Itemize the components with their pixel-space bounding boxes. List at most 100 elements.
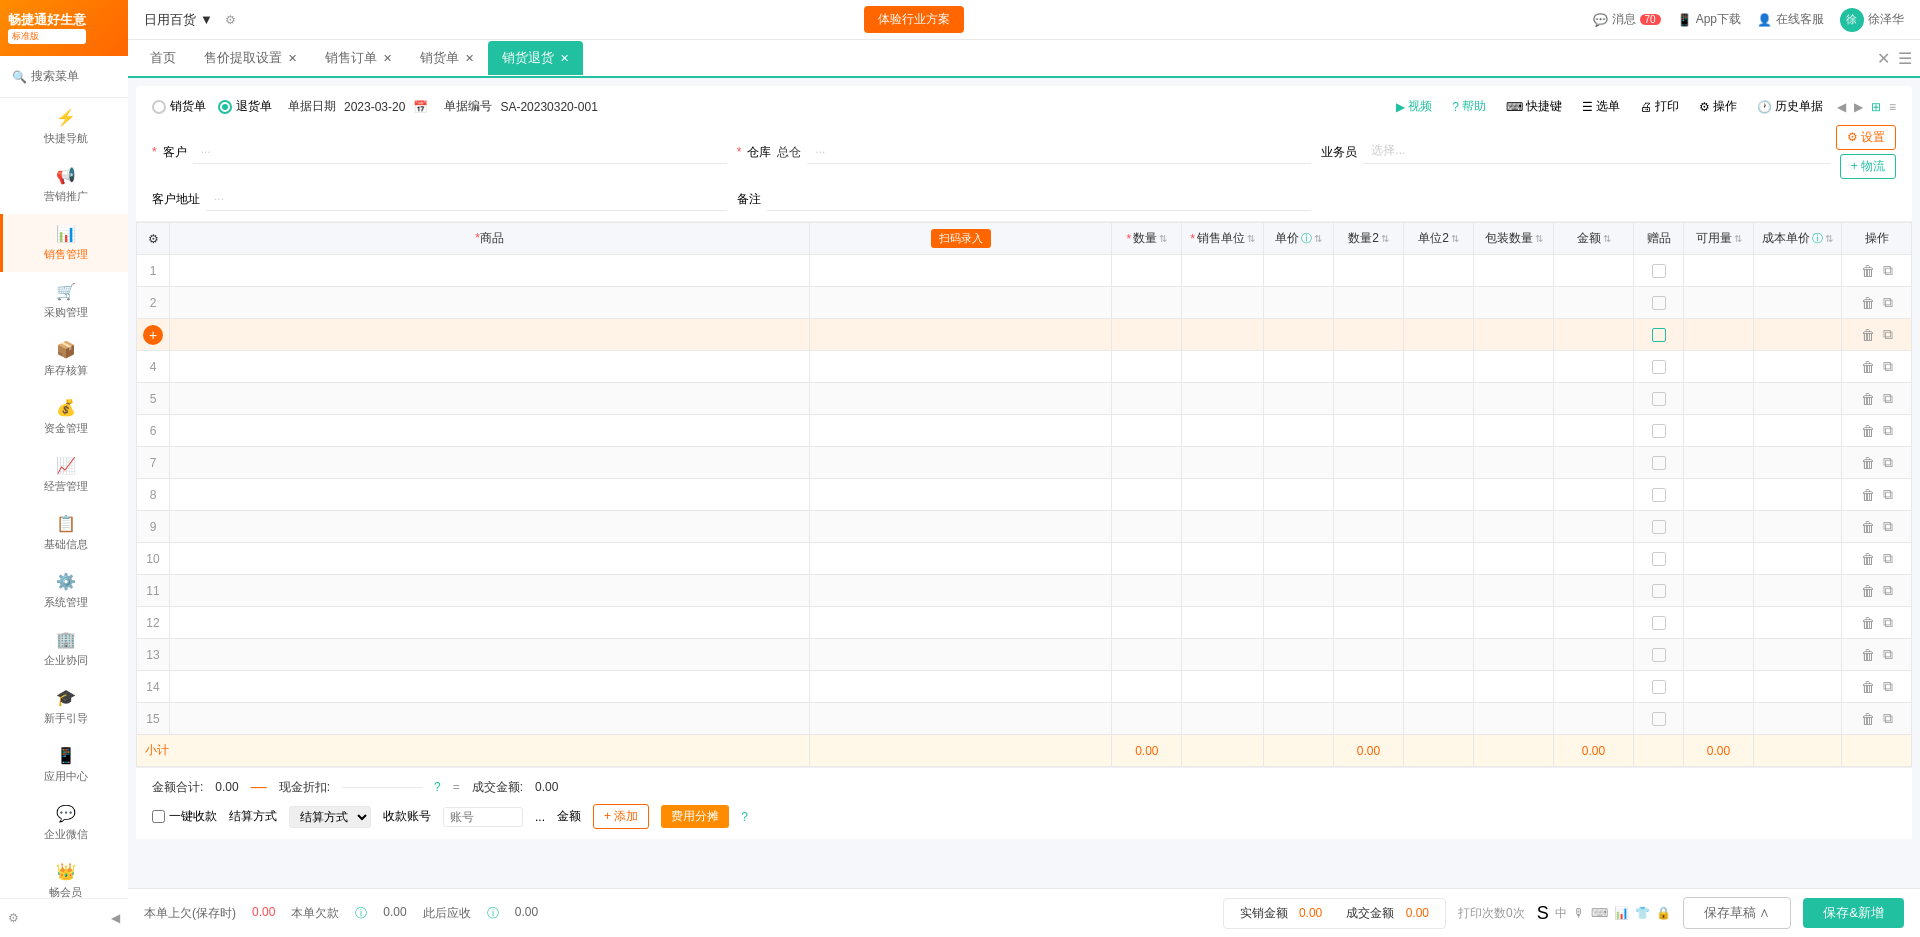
qty-cell[interactable] <box>1112 383 1182 415</box>
unit-cell-active[interactable] <box>1182 319 1264 351</box>
qty2-cell[interactable] <box>1334 639 1404 671</box>
unit-cell[interactable] <box>1182 511 1264 543</box>
tab-menu[interactable]: ☰ <box>1898 49 1912 68</box>
price-cell[interactable] <box>1264 287 1334 319</box>
unit-cell[interactable] <box>1182 415 1264 447</box>
delete-row-btn[interactable]: 🗑 <box>1859 325 1877 345</box>
product-cell[interactable] <box>170 607 810 639</box>
product-cell[interactable] <box>170 543 810 575</box>
qty2-cell[interactable] <box>1334 447 1404 479</box>
qty2-cell[interactable] <box>1334 575 1404 607</box>
cost-split-help[interactable]: ? <box>741 810 748 824</box>
settlement-select[interactable]: 结算方式 <box>289 806 371 828</box>
pkg-cell[interactable] <box>1474 639 1554 671</box>
qty-cell[interactable] <box>1112 639 1182 671</box>
gift-checkbox[interactable] <box>1652 392 1666 406</box>
unit-cell[interactable] <box>1182 479 1264 511</box>
gift-checkbox-active[interactable] <box>1652 328 1666 342</box>
experience-button[interactable]: 体验行业方案 <box>864 6 964 33</box>
sidebar-item-apps[interactable]: 📱 应用中心 <box>0 736 128 794</box>
gift-checkbox[interactable] <box>1652 456 1666 470</box>
icon2[interactable]: 🎙 <box>1573 906 1585 920</box>
product-cell[interactable] <box>170 447 810 479</box>
copy-row-btn[interactable]: ⧉ <box>1881 484 1895 505</box>
sidebar-item-basic[interactable]: 📋 基础信息 <box>0 504 128 562</box>
help-icon-totals[interactable]: ? <box>434 780 441 794</box>
qty-cell[interactable] <box>1112 479 1182 511</box>
unit-cell[interactable] <box>1182 255 1264 287</box>
settings-icon[interactable]: ⚙ <box>8 911 19 925</box>
delete-row-btn[interactable]: 🗑 <box>1859 645 1877 665</box>
one-click-checkbox[interactable] <box>152 810 165 823</box>
product-cell[interactable] <box>170 511 810 543</box>
nav-next-icon[interactable]: ▶ <box>1854 100 1863 114</box>
copy-row-btn[interactable]: ⧉ <box>1881 452 1895 473</box>
delete-row-btn[interactable]: 🗑 <box>1859 677 1877 697</box>
gift-checkbox[interactable] <box>1652 264 1666 278</box>
tab-home[interactable]: 首页 <box>136 41 190 75</box>
sidebar-item-inventory[interactable]: 📦 库存核算 <box>0 330 128 388</box>
sidebar-item-sales[interactable]: 📊 销售管理 <box>0 214 128 272</box>
qty-sort-icon[interactable]: ⇅ <box>1159 233 1167 244</box>
icon3[interactable]: ⌨ <box>1591 906 1608 920</box>
unit2-cell[interactable] <box>1404 447 1474 479</box>
qty-cell[interactable] <box>1112 351 1182 383</box>
copy-row-btn[interactable]: ⧉ <box>1881 420 1895 441</box>
breadcrumb-selector[interactable]: 日用百货 ▼ <box>144 11 213 29</box>
unit2-cell[interactable] <box>1404 639 1474 671</box>
qty-cell[interactable] <box>1112 287 1182 319</box>
copy-row-btn[interactable]: ⧉ <box>1881 356 1895 377</box>
unit-cell[interactable] <box>1182 351 1264 383</box>
sidebar-item-wechat[interactable]: 💬 企业微信 <box>0 794 128 852</box>
qty-cell[interactable] <box>1112 543 1182 575</box>
price-cell[interactable] <box>1264 543 1334 575</box>
pkg-cell[interactable] <box>1474 287 1554 319</box>
copy-row-btn[interactable]: ⧉ <box>1881 324 1895 345</box>
scan-button[interactable]: 扫码录入 <box>931 229 991 248</box>
gift-checkbox[interactable] <box>1652 616 1666 630</box>
qty2-cell[interactable] <box>1334 607 1404 639</box>
settings-gear-icon[interactable]: ⚙ <box>225 13 236 27</box>
qty-cell[interactable] <box>1112 511 1182 543</box>
qty-cell[interactable] <box>1112 447 1182 479</box>
online-service-button[interactable]: 👤 在线客服 <box>1757 11 1824 28</box>
price-cell-active[interactable] <box>1264 319 1334 351</box>
product-cell[interactable] <box>170 287 810 319</box>
gift-checkbox[interactable] <box>1652 680 1666 694</box>
delete-row-btn[interactable]: 🗑 <box>1859 357 1877 377</box>
price-cell[interactable] <box>1264 383 1334 415</box>
select-btn[interactable]: ☰ 选单 <box>1576 96 1626 117</box>
search-menu-button[interactable]: 🔍 搜索菜单 <box>8 64 120 89</box>
unit2-cell[interactable] <box>1404 703 1474 735</box>
delete-row-btn[interactable]: 🗑 <box>1859 453 1877 473</box>
delete-row-btn[interactable]: 🗑 <box>1859 581 1877 601</box>
cost-sort-icon[interactable]: ⇅ <box>1825 233 1833 244</box>
remark-input[interactable] <box>767 187 1312 211</box>
qty2-cell[interactable] <box>1334 415 1404 447</box>
sidebar-item-quick-nav[interactable]: ⚡ 快捷导航 <box>0 98 128 156</box>
product-cell[interactable] <box>170 639 810 671</box>
price-cell[interactable] <box>1264 447 1334 479</box>
settings-button[interactable]: ⚙ 设置 <box>1836 125 1896 150</box>
qty-cell[interactable] <box>1112 703 1182 735</box>
radio-return[interactable]: 退货单 <box>218 98 272 115</box>
pkg-cell[interactable] <box>1474 703 1554 735</box>
pkg-cell[interactable] <box>1474 511 1554 543</box>
save-draft-button[interactable]: 保存草稿 ∧ <box>1683 897 1792 929</box>
product-cell[interactable] <box>170 351 810 383</box>
video-btn[interactable]: ▶ 视频 <box>1390 96 1438 117</box>
discount-input[interactable] <box>342 787 422 788</box>
view-grid-icon[interactable]: ⊞ <box>1871 100 1881 114</box>
cost-info-icon[interactable]: ⓘ <box>1812 231 1823 246</box>
unit-cell[interactable] <box>1182 543 1264 575</box>
product-cell[interactable] <box>170 383 810 415</box>
copy-row-btn[interactable]: ⧉ <box>1881 580 1895 601</box>
unit-cell[interactable] <box>1182 671 1264 703</box>
icon5[interactable]: 👕 <box>1635 906 1650 920</box>
price-cell[interactable] <box>1264 575 1334 607</box>
sidebar-item-newbie[interactable]: 🎓 新手引导 <box>0 678 128 736</box>
unit-cell[interactable] <box>1182 639 1264 671</box>
gift-checkbox[interactable] <box>1652 360 1666 374</box>
unit-cell[interactable] <box>1182 287 1264 319</box>
account-input[interactable] <box>443 807 523 827</box>
